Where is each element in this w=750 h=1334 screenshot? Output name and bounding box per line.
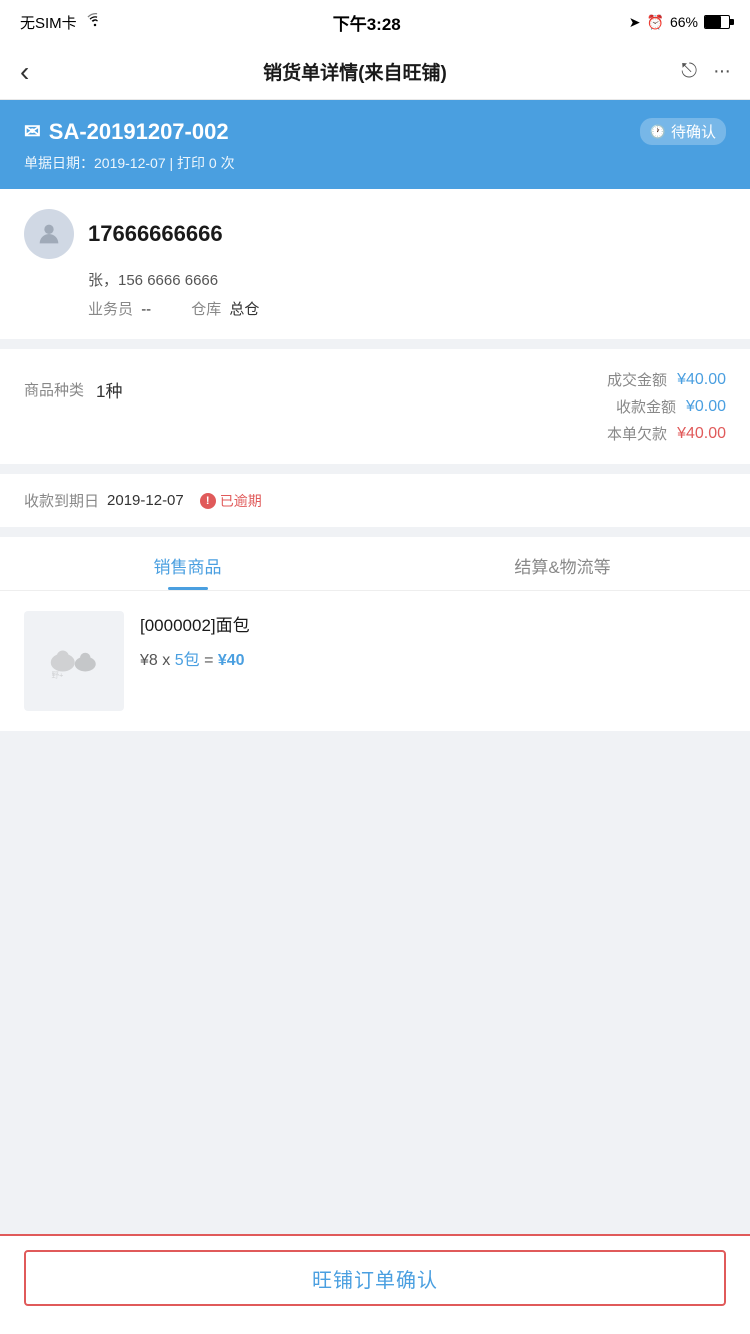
avatar	[24, 209, 74, 259]
order-id-text: SA-20191207-002	[49, 119, 229, 145]
amount-label-0: 成交金额	[607, 369, 667, 390]
order-header: ✉ SA-20191207-002 🕐 待确认 单据日期：2019-12-07 …	[0, 100, 750, 189]
tabs-header: 销售商品 结算&物流等	[0, 537, 750, 591]
nav-actions: ⎋ ···	[650, 60, 730, 83]
product-qty: 5包	[175, 652, 200, 669]
product-name: [0000002]面包	[140, 611, 726, 636]
product-thumbnail: 野+	[24, 611, 124, 711]
wifi-icon	[85, 13, 105, 31]
product-types-value: 1种	[96, 377, 122, 402]
amount-value-0: ¥40.00	[677, 371, 726, 389]
page-title: 销货单详情(来自旺铺)	[60, 58, 650, 85]
order-status-text: 待确认	[671, 121, 716, 142]
warehouse-label: 仓库	[191, 301, 221, 318]
customer-row: 17666666666	[24, 209, 726, 259]
summary-section: 商品种类 1种 成交金额 ¥40.00 收款金额 ¥0.00 本单欠款 ¥40.…	[0, 349, 750, 464]
warehouse-value: 总仓	[229, 301, 259, 318]
tab-settlement-logistics[interactable]: 结算&物流等	[375, 537, 750, 590]
battery-icon	[704, 15, 730, 29]
amount-row-0: 成交金额 ¥40.00	[607, 369, 726, 390]
summary-row: 商品种类 1种 成交金额 ¥40.00 收款金额 ¥0.00 本单欠款 ¥40.…	[24, 369, 726, 444]
share-icon[interactable]: ⎋	[681, 60, 697, 83]
product-types-label: 商品种类	[24, 379, 84, 400]
amount-value-1: ¥0.00	[686, 398, 726, 416]
price-value: ¥8	[140, 652, 158, 669]
due-label: 收款到期日	[24, 490, 99, 511]
back-button[interactable]: ‹	[20, 56, 60, 88]
amount-label-2: 本单欠款	[607, 423, 667, 444]
amount-label-1: 收款金额	[616, 396, 676, 417]
multiply-symbol: x	[162, 652, 174, 669]
equals-symbol: =	[204, 652, 218, 669]
amount-row-2: 本单欠款 ¥40.00	[607, 423, 726, 444]
order-status-badge: 🕐 待确认	[640, 118, 726, 145]
overdue-text: 已逾期	[220, 491, 262, 511]
svg-text:野+: 野+	[52, 671, 64, 680]
customer-phone: 17666666666	[88, 221, 223, 247]
product-item: 野+ [0000002]面包 ¥8 x 5包 = ¥40	[0, 591, 750, 731]
product-total: ¥40	[218, 652, 245, 669]
content-spacer	[0, 731, 750, 851]
customer-info-card: 17666666666 张，156 6666 6666 业务员 -- 仓库 总仓	[0, 189, 750, 339]
product-info: [0000002]面包 ¥8 x 5包 = ¥40	[140, 611, 726, 670]
alarm-icon: ⏰	[647, 14, 664, 31]
salesperson-label: 业务员	[88, 301, 133, 318]
product-price: ¥8 x 5包 = ¥40	[140, 646, 726, 670]
amount-value-2: ¥40.00	[677, 425, 726, 443]
tab-sales-products[interactable]: 销售商品	[0, 537, 375, 590]
order-envelope-icon: ✉	[24, 119, 41, 144]
order-id: ✉ SA-20191207-002	[24, 119, 229, 145]
nav-bar: ‹ 销货单详情(来自旺铺) ⎋ ···	[0, 44, 750, 100]
due-section: 收款到期日 2019-12-07 ! 已逾期	[0, 474, 750, 527]
status-left: 无SIM卡	[20, 12, 105, 33]
bottom-bar: 旺铺订单确认	[0, 1234, 750, 1334]
tabs-section: 销售商品 结算&物流等 野+ [0000002]面包 ¥8 x 5包 = ¥40	[0, 537, 750, 731]
carrier-text: 无SIM卡	[20, 12, 77, 33]
overdue-badge: ! 已逾期	[200, 491, 262, 511]
overdue-exclamation-icon: !	[200, 493, 216, 509]
customer-meta: 业务员 -- 仓库 总仓	[88, 298, 726, 319]
summary-left: 商品种类 1种	[24, 369, 122, 402]
battery-text: 66%	[670, 14, 698, 30]
confirm-order-button[interactable]: 旺铺订单确认	[24, 1250, 726, 1306]
order-id-row: ✉ SA-20191207-002 🕐 待确认	[24, 118, 726, 145]
status-time: 下午3:28	[333, 10, 401, 35]
summary-right: 成交金额 ¥40.00 收款金额 ¥0.00 本单欠款 ¥40.00	[607, 369, 726, 444]
order-date: 单据日期：2019-12-07 | 打印 0 次	[24, 153, 726, 173]
location-icon: ➤	[629, 14, 641, 31]
amount-row-1: 收款金额 ¥0.00	[616, 396, 726, 417]
more-icon[interactable]: ···	[713, 60, 730, 83]
customer-detail: 张，156 6666 6666	[88, 269, 726, 290]
status-bar: 无SIM卡 下午3:28 ➤ ⏰ 66%	[0, 0, 750, 44]
clock-icon: 🕐	[650, 124, 666, 140]
due-date-value: 2019-12-07	[107, 492, 184, 509]
salesperson-value: --	[141, 301, 151, 318]
status-right: ➤ ⏰ 66%	[629, 14, 730, 31]
